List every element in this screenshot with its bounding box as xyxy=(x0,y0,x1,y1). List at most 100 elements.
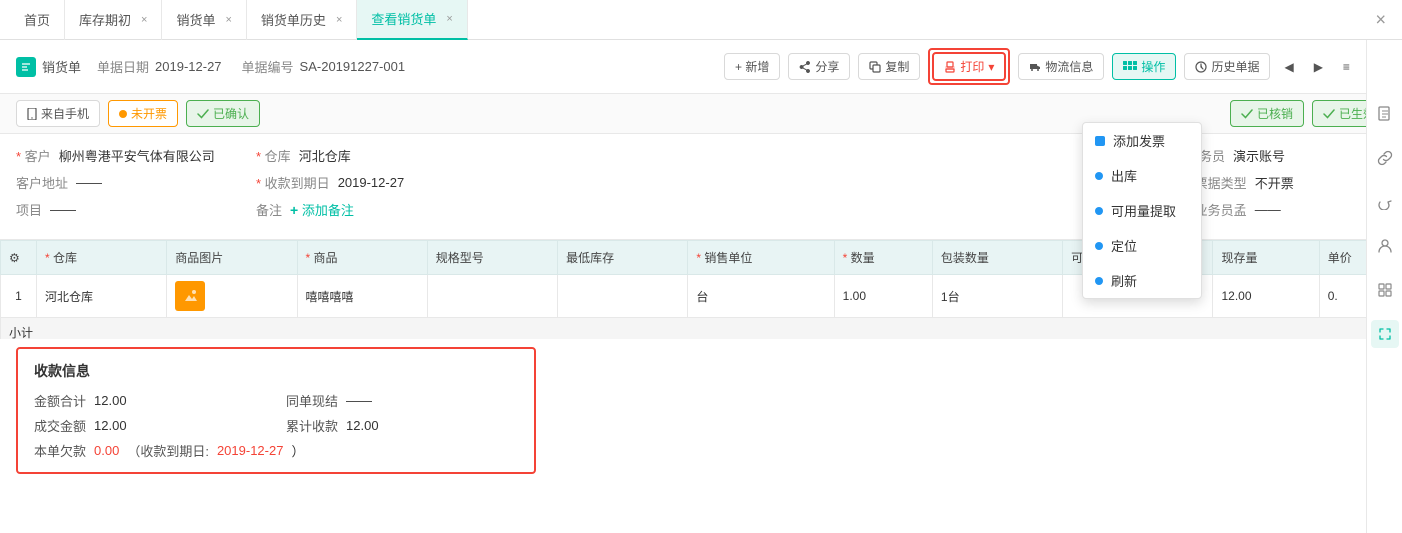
transaction-amount-value: 12.00 xyxy=(94,418,127,433)
tab-check-sales-label: 查看销货单 xyxy=(371,9,436,28)
dropdown-refresh[interactable]: 刷新 xyxy=(1083,263,1201,298)
row-sales-unit: 台 xyxy=(688,275,834,318)
sidebar-grid-icon[interactable] xyxy=(1371,276,1399,304)
history-label: 历史单据 xyxy=(1211,58,1259,75)
outbound-icon xyxy=(1095,172,1103,180)
row-warehouse: 河北仓库 xyxy=(37,275,167,318)
dropdown-outbound[interactable]: 出库 xyxy=(1083,158,1201,193)
current-arrears-label: 本单欠款 xyxy=(34,441,86,460)
customer-addr-label: 客户地址 xyxy=(16,173,68,192)
share-button[interactable]: 分享 xyxy=(788,53,850,80)
row-num: 1 xyxy=(1,275,37,318)
sidebar-refresh-icon[interactable] xyxy=(1371,188,1399,216)
dropdown-menu: 添加发票 出库 可用量提取 定位 刷新 xyxy=(1082,122,1202,299)
confirm-label: 已确认 xyxy=(213,105,249,122)
invoice-type-field: 票据类型 不开票 xyxy=(1186,173,1386,192)
current-arrears-value: 0.00 xyxy=(94,443,119,458)
copy-button[interactable]: 复制 xyxy=(858,53,920,80)
available-extract-icon xyxy=(1095,207,1103,215)
current-arrears-row: 本单欠款 0.00 （收款到期日: 2019-12-27 ） xyxy=(34,441,518,460)
list-view-button[interactable]: ≡ xyxy=(1337,56,1356,78)
sidebar-user-icon[interactable] xyxy=(1371,232,1399,260)
transaction-amount-row: 成交金额 12.00 xyxy=(34,416,266,435)
tab-inventory-init-close[interactable]: × xyxy=(141,14,147,26)
location-icon xyxy=(1095,242,1103,250)
dropdown-available-extract[interactable]: 可用量提取 xyxy=(1083,193,1201,228)
cumulative-payment-row: 累计收款 12.00 xyxy=(286,416,518,435)
row-product: 嘻嘻嘻嘻 xyxy=(297,275,427,318)
col-sales-unit: 销售单位 xyxy=(688,241,834,275)
add-remark-btn[interactable]: + 添加备注 xyxy=(290,200,354,219)
tab-sales-history-label: 销货单历史 xyxy=(261,10,326,29)
doc-number-value: SA-20191227-001 xyxy=(300,59,406,74)
new-button[interactable]: + 新增 xyxy=(724,53,780,80)
project-value: —— xyxy=(50,202,76,217)
sidebar-link-icon[interactable] xyxy=(1371,144,1399,172)
print-button[interactable]: 打印 ▾ xyxy=(932,52,1006,81)
tab-bar: 首页 库存期初 × 销货单 × 销货单历史 × 查看销货单 × × xyxy=(0,0,1402,40)
from-phone-label: 来自手机 xyxy=(41,105,89,122)
same-order-settle-label: 同单现结 xyxy=(286,391,338,410)
dropdown-add-invoice[interactable]: 添加发票 xyxy=(1083,123,1201,158)
tab-check-sales-close[interactable]: × xyxy=(446,13,452,25)
doc-date-item: 单据日期 2019-12-27 xyxy=(97,57,222,76)
status-sold-label: 已核销 xyxy=(1257,105,1293,122)
payment-due-field: 收款到期日 2019-12-27 xyxy=(256,173,456,192)
confirm-button[interactable]: 已确认 xyxy=(186,100,260,127)
col-settings[interactable]: ⚙ xyxy=(1,241,37,275)
doc-header: 销货单 单据日期 2019-12-27 单据编号 SA-20191227-001… xyxy=(0,40,1402,94)
window-close-icon[interactable]: × xyxy=(1375,9,1386,30)
tab-check-sales[interactable]: 查看销货单 × xyxy=(357,0,467,40)
refresh-label: 刷新 xyxy=(1111,271,1137,290)
dropdown-location[interactable]: 定位 xyxy=(1083,228,1201,263)
col-current-stock: 现存量 xyxy=(1213,241,1319,275)
sidebar-expand-icon[interactable] xyxy=(1371,320,1399,348)
tab-sales-order-label: 销货单 xyxy=(176,10,215,29)
tab-sales-order[interactable]: 销货单 × xyxy=(162,0,246,40)
tab-sales-history-close[interactable]: × xyxy=(336,14,342,26)
row-product-img xyxy=(167,275,297,318)
tab-sales-order-close[interactable]: × xyxy=(225,14,231,26)
location-label: 定位 xyxy=(1111,236,1137,255)
salesperson2-value: —— xyxy=(1255,202,1281,217)
total-amount-row: 金额合计 12.00 xyxy=(34,391,266,410)
doc-type-icon xyxy=(16,57,36,77)
warehouse-label: 仓库 xyxy=(256,146,291,165)
tab-inventory-init[interactable]: 库存期初 × xyxy=(65,0,162,40)
subtotal-row: 小计 xyxy=(1,318,1402,340)
customer-field: 客户 柳州粤港平安气体有限公司 xyxy=(16,146,216,165)
not-opened-dot xyxy=(119,110,127,118)
remark-label: 备注 xyxy=(256,200,282,219)
history-button[interactable]: 历史单据 xyxy=(1184,53,1270,80)
product-image xyxy=(175,281,205,311)
sidebar-document-icon[interactable] xyxy=(1371,100,1399,128)
logistics-button[interactable]: 物流信息 xyxy=(1018,53,1104,80)
tab-home[interactable]: 首页 xyxy=(10,0,65,40)
remark-field: 备注 + 添加备注 xyxy=(256,200,456,219)
col-product-img: 商品图片 xyxy=(167,241,297,275)
tab-sales-history[interactable]: 销货单历史 × xyxy=(247,0,357,40)
operations-button[interactable]: 操作 xyxy=(1112,53,1176,80)
next-button[interactable]: ▶ xyxy=(1308,56,1329,78)
status-sold-button[interactable]: 已核销 xyxy=(1230,100,1304,127)
due-date-value: 2019-12-27 xyxy=(217,443,284,458)
doc-title-area: 销货单 xyxy=(16,57,81,77)
row-spec xyxy=(427,275,557,318)
refresh-icon xyxy=(1095,277,1103,285)
not-opened-button[interactable]: 未开票 xyxy=(108,100,178,127)
doc-date-label: 单据日期 xyxy=(97,57,149,76)
print-dropdown-arrow[interactable]: ▾ xyxy=(988,60,994,74)
col-min-stock: 最低库存 xyxy=(558,241,688,275)
tab-home-label: 首页 xyxy=(24,10,50,29)
from-phone-button[interactable]: 来自手机 xyxy=(16,100,100,127)
project-label: 项目 xyxy=(16,200,42,219)
add-invoice-icon xyxy=(1095,136,1105,146)
prev-button[interactable]: ◀ xyxy=(1278,56,1299,78)
same-order-settle-value: —— xyxy=(346,393,372,408)
add-invoice-label: 添加发票 xyxy=(1113,131,1165,150)
not-opened-label: 未开票 xyxy=(131,105,167,122)
cumulative-payment-value: 12.00 xyxy=(346,418,379,433)
customer-addr-value: —— xyxy=(76,175,102,190)
payment-section-title: 收款信息 xyxy=(34,361,518,381)
salesperson-field: 业务员 演示账号 xyxy=(1186,146,1386,165)
